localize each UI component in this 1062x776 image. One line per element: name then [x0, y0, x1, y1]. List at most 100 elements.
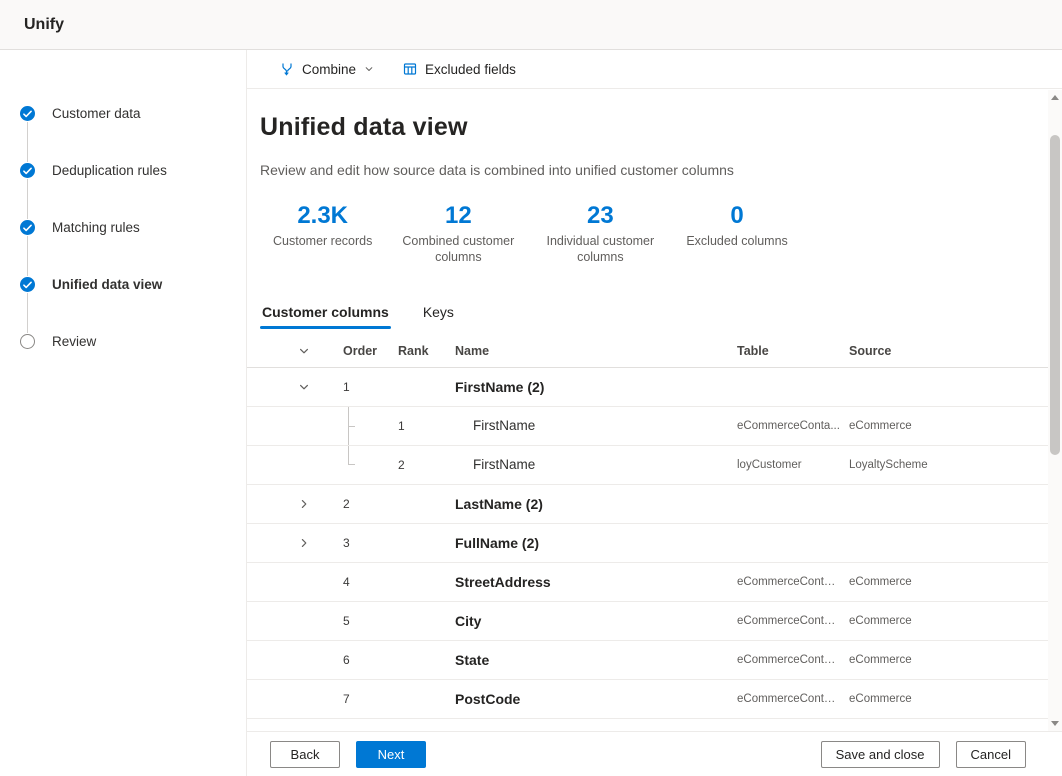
- source-cell: eCommerce: [849, 615, 1048, 627]
- order-cell: 3: [343, 524, 398, 562]
- chevron-down-icon[interactable]: [298, 345, 310, 357]
- scroll-up-button[interactable]: [1048, 90, 1062, 105]
- stat-label: Individual customer columns: [544, 233, 656, 266]
- step-label: Matching rules: [52, 220, 140, 235]
- toggle-cell: [247, 537, 343, 549]
- column-header-source[interactable]: Source: [849, 344, 1048, 358]
- table-row[interactable]: 2FirstNameloyCustomerLoyaltyScheme: [247, 446, 1048, 485]
- tab-keys[interactable]: Keys: [421, 304, 456, 329]
- chevron-down-icon: [364, 64, 374, 74]
- table-row[interactable]: 6StateeCommerceContactseCommerce: [247, 641, 1048, 680]
- order-cell: 7: [343, 680, 398, 718]
- toolbar: Combine Excluded fields: [247, 50, 1062, 89]
- columns-table: Order Rank Name Table Source 1 FirstName …: [247, 335, 1048, 719]
- stat-value: 0: [686, 202, 787, 230]
- scrollbar-thumb[interactable]: [1050, 135, 1060, 455]
- tab-label: Customer columns: [262, 304, 389, 320]
- step-label: Review: [52, 334, 96, 349]
- name-cell: FirstName: [455, 418, 737, 433]
- rank-cell: 2: [398, 458, 455, 472]
- source-cell: LoyaltyScheme: [849, 459, 1048, 471]
- table-row[interactable]: 2LastName (2): [247, 485, 1048, 524]
- app-header: Unify: [0, 0, 1062, 50]
- back-button[interactable]: Back: [270, 741, 340, 768]
- table-body: 1FirstName (2)1FirstNameeCommerceConta..…: [247, 368, 1048, 719]
- main-panel: Combine Excluded fields Unified data vie…: [247, 50, 1062, 776]
- stat-label: Combined customer columns: [402, 233, 514, 266]
- toggle-cell: [247, 498, 343, 510]
- chevron-right-icon[interactable]: [298, 537, 310, 549]
- table-header-row: Order Rank Name Table Source: [247, 335, 1048, 368]
- save-and-close-button[interactable]: Save and close: [821, 741, 940, 768]
- collapse-all-cell: [247, 345, 343, 357]
- order-cell: 1: [343, 368, 398, 406]
- sidebar-step-customer-data[interactable]: Customer data: [0, 85, 246, 142]
- column-header-rank[interactable]: Rank: [398, 344, 455, 358]
- table-row[interactable]: 4 StreetAddresseCommerceContactseCommerce: [247, 563, 1048, 602]
- order-cell: [343, 446, 398, 484]
- tab-customer-columns[interactable]: Customer columns: [260, 304, 391, 329]
- tabs: Customer columns Keys: [260, 304, 1048, 329]
- step-label: Unified data view: [52, 277, 162, 292]
- page-subtitle: Review and edit how source data is combi…: [260, 162, 1048, 178]
- stats-row: 2.3KCustomer records 12Combined customer …: [273, 202, 1048, 266]
- step-check-icon: [20, 277, 35, 292]
- source-cell: eCommerce: [849, 420, 1048, 432]
- sidebar-step-deduplication-rules[interactable]: Deduplication rules: [0, 142, 246, 199]
- stat-label: Excluded columns: [686, 233, 787, 249]
- stepper: Customer dataDeduplication rules Matching…: [0, 85, 246, 370]
- excluded-fields-button[interactable]: Excluded fields: [402, 61, 516, 77]
- wizard-sidebar: Customer dataDeduplication rules Matching…: [0, 50, 247, 776]
- source-cell: eCommerce: [849, 693, 1048, 705]
- scroll-down-button[interactable]: [1048, 716, 1062, 731]
- page-title: Unified data view: [260, 113, 1048, 142]
- stat: 2.3KCustomer records: [273, 202, 372, 266]
- order-cell: 2: [343, 485, 398, 523]
- name-cell: PostCode: [455, 691, 737, 707]
- vertical-scrollbar[interactable]: [1048, 90, 1062, 731]
- sidebar-step-unified-data-view[interactable]: Unified data view: [0, 256, 246, 313]
- order-cell: 4: [343, 563, 398, 601]
- cancel-button[interactable]: Cancel: [956, 741, 1026, 768]
- stat: 12Combined customer columns: [402, 202, 514, 266]
- combine-button[interactable]: Combine: [279, 61, 374, 77]
- step-check-icon: [20, 106, 35, 121]
- table-row[interactable]: 3 FullName (2): [247, 524, 1048, 563]
- name-cell: State: [455, 652, 737, 668]
- name-cell: StreetAddress: [455, 574, 737, 590]
- table-cell: eCommerceContacts: [737, 576, 849, 588]
- table-row[interactable]: 1FirstNameeCommerceConta...eCommerce: [247, 407, 1048, 446]
- chevron-right-icon[interactable]: [298, 498, 310, 510]
- name-cell: FullName (2): [455, 535, 737, 551]
- chevron-down-icon[interactable]: [298, 381, 310, 393]
- name-cell: FirstName (2): [455, 379, 737, 395]
- footer-bar: Back Next Save and close Cancel: [247, 731, 1062, 776]
- order-cell: 5: [343, 602, 398, 640]
- sidebar-step-review[interactable]: Review: [0, 313, 246, 370]
- column-header-name[interactable]: Name: [455, 344, 737, 358]
- excluded-fields-label: Excluded fields: [425, 62, 516, 77]
- scroll-up-icon: [1051, 95, 1059, 100]
- stat: 0 Excluded columns: [686, 202, 787, 266]
- table-row[interactable]: 7PostCodeeCommerceContactseCommerce: [247, 680, 1048, 719]
- stat-value: 23: [544, 202, 656, 230]
- column-header-table[interactable]: Table: [737, 344, 849, 358]
- table-row[interactable]: 5CityeCommerceContactseCommerce: [247, 602, 1048, 641]
- combine-label: Combine: [302, 62, 356, 77]
- stat-value: 2.3K: [273, 202, 372, 230]
- table-cell: eCommerceContacts: [737, 654, 849, 666]
- name-cell: City: [455, 613, 737, 629]
- step-circle-icon: [20, 334, 35, 349]
- sidebar-step-matching-rules[interactable]: Matching rules: [0, 199, 246, 256]
- excluded-fields-icon: [402, 61, 418, 77]
- table-row[interactable]: 1 FirstName (2): [247, 368, 1048, 407]
- order-cell: [343, 407, 398, 445]
- next-button[interactable]: Next: [356, 741, 426, 768]
- source-cell: eCommerce: [849, 654, 1048, 666]
- toggle-cell: [247, 381, 343, 393]
- step-check-icon: [20, 220, 35, 235]
- source-cell: eCommerce: [849, 576, 1048, 588]
- content-area: Unified data view Review and edit how so…: [247, 89, 1062, 731]
- column-header-order[interactable]: Order: [343, 344, 398, 358]
- app-window: Unify Customer dataDeduplication rules Ma…: [0, 0, 1062, 776]
